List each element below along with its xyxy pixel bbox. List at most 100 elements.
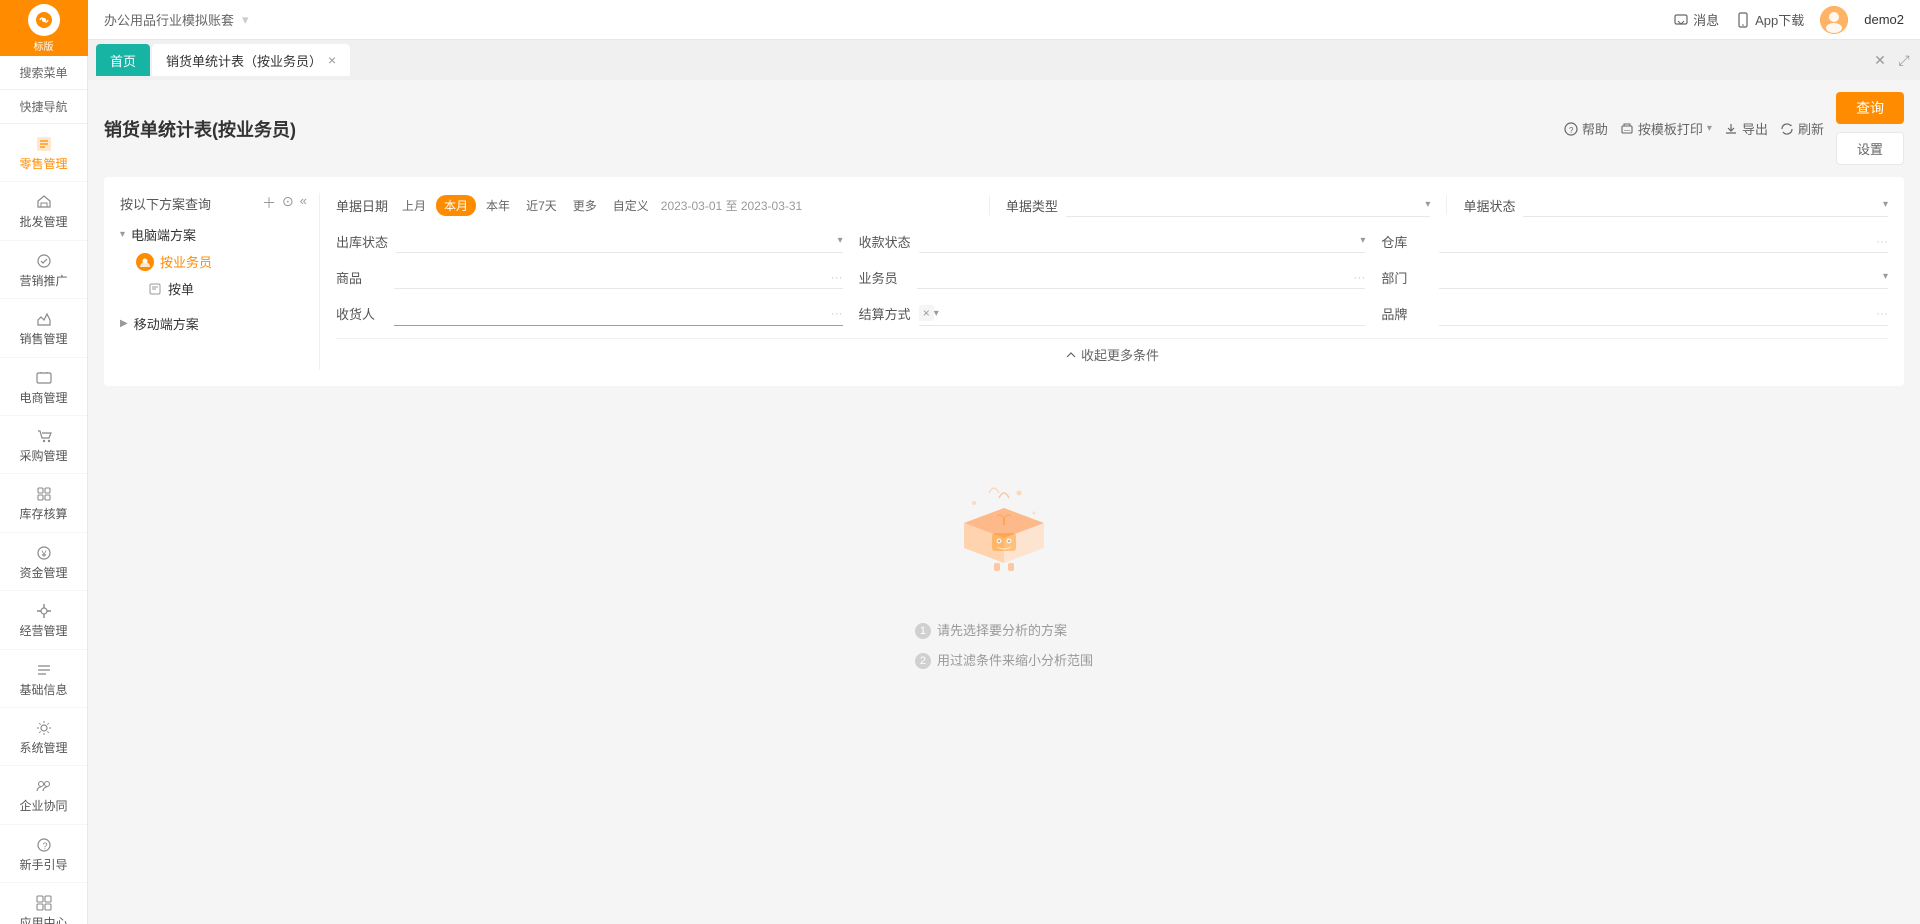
sidebar-item-apps[interactable]: 应用中心 [0, 883, 87, 924]
brand-more-icon[interactable]: ··· [1876, 306, 1888, 320]
collapse-label: 收起更多条件 [1081, 345, 1159, 364]
dept-input-field[interactable] [1439, 269, 1883, 284]
app-download-action[interactable]: App下载 [1735, 10, 1804, 29]
export-btn[interactable]: 导出 [1724, 119, 1768, 138]
add-scheme-icon[interactable]: ＋ [262, 193, 276, 213]
sidebar-item-label-purchase: 采购管理 [19, 449, 67, 463]
goods-more-icon[interactable]: ··· [831, 270, 843, 284]
print-btn[interactable]: 按模板打印 ▾ [1620, 119, 1712, 138]
breadcrumb-text: 办公用品行业模拟账套 [104, 10, 234, 29]
brand-input-field[interactable] [1439, 306, 1876, 321]
user-name[interactable]: demo2 [1864, 12, 1904, 27]
mobile-scheme-item[interactable]: ▶ 移动端方案 [120, 310, 307, 337]
warehouse-more-icon[interactable]: ··· [1876, 234, 1888, 248]
message-action[interactable]: 消息 [1673, 10, 1719, 29]
salesman-more-icon[interactable]: ··· [1353, 270, 1365, 284]
help-btn[interactable]: ? 帮助 [1564, 119, 1608, 138]
goods-input[interactable]: ··· [394, 265, 843, 289]
doc-status-dropdown-icon[interactable]: ▾ [1883, 199, 1888, 210]
recipient-more-icon[interactable]: ··· [831, 306, 843, 320]
collapse-scheme-icon[interactable]: « [300, 193, 307, 213]
out-status-input[interactable]: ▾ [396, 229, 843, 253]
sidebar-item-operations[interactable]: 经营管理 [0, 591, 87, 649]
date-tab-this-year[interactable]: 本年 [480, 195, 516, 216]
doc-type-actions: ▾ [1425, 199, 1430, 210]
system-icon [34, 718, 54, 738]
user-avatar[interactable] [1820, 6, 1848, 34]
edit-scheme-icon[interactable]: ⊙ [282, 193, 294, 213]
out-status-dropdown-icon[interactable]: ▾ [838, 235, 843, 246]
maximize-window-btn[interactable]: ⤢ [1896, 52, 1912, 68]
refresh-btn[interactable]: 刷新 [1780, 119, 1824, 138]
collapse-btn[interactable]: 收起更多条件 [336, 338, 1888, 370]
sidebar-item-retail[interactable]: 零售管理 [0, 124, 87, 182]
doc-type-dropdown-icon[interactable]: ▾ [1425, 199, 1430, 210]
sidebar-item-guide[interactable]: ? 新手引导 [0, 825, 87, 883]
salesman-input[interactable]: ··· [917, 265, 1366, 289]
sidebar-item-basic[interactable]: 基础信息 [0, 650, 87, 708]
header-right: 消息 App下载 demo2 [1673, 6, 1904, 34]
sidebar-item-wholesale[interactable]: 批发管理 [0, 182, 87, 240]
sidebar-item-purchase[interactable]: 采购管理 [0, 416, 87, 474]
tree-order-item[interactable]: 按单 [120, 275, 307, 302]
svg-text:?: ? [42, 841, 47, 851]
date-tab-last-month[interactable]: 上月 [396, 195, 432, 216]
collect-status-input[interactable]: ▾ [919, 229, 1366, 253]
sidebar-item-sales[interactable]: 销售管理 [0, 299, 87, 357]
recipient-input-field[interactable] [394, 306, 831, 321]
doc-status-input[interactable]: ▾ [1523, 193, 1888, 217]
filter-row-3: 商品 ··· 业务员 [336, 265, 1888, 289]
sidebar-item-inventory[interactable]: 库存核算 [0, 474, 87, 532]
tab-home[interactable]: 首页 [96, 44, 150, 76]
doc-type-input[interactable]: ▾ [1066, 193, 1431, 217]
brand-input[interactable]: ··· [1439, 302, 1888, 326]
date-tab-this-month[interactable]: 本月 [436, 195, 476, 216]
warehouse-input[interactable]: ··· [1439, 229, 1888, 253]
dept-actions: ▾ [1883, 271, 1888, 282]
sidebar-logo[interactable]: 标版 [0, 0, 88, 56]
quick-nav-label[interactable]: 快捷导航 [19, 100, 67, 114]
date-tab-7days[interactable]: 近7天 [520, 195, 563, 216]
refresh-label: 刷新 [1798, 119, 1824, 138]
sidebar-item-ecom[interactable]: 电商管理 [0, 358, 87, 416]
doc-type-input-field[interactable] [1066, 197, 1426, 212]
empty-step-2-text: 用过滤条件来缩小分析范围 [937, 648, 1093, 674]
collect-status-dropdown-icon[interactable]: ▾ [1360, 235, 1365, 246]
help-icon: ? [1564, 122, 1578, 136]
warehouse-input-field[interactable] [1439, 233, 1876, 248]
settlement-input[interactable]: × ▾ [919, 301, 1366, 326]
date-tab-custom[interactable]: 自定义 [607, 195, 655, 216]
tab-close-icon[interactable]: × [328, 52, 336, 68]
query-button[interactable]: 查询 [1836, 92, 1904, 124]
collect-status-input-field[interactable] [919, 233, 1361, 248]
divider-1 [989, 195, 990, 215]
out-status-input-field[interactable] [396, 233, 838, 248]
breadcrumb-dropdown-icon[interactable]: ▾ [242, 12, 249, 28]
out-status-label: 出库状态 [336, 232, 388, 251]
sidebar-search[interactable]: 搜索菜单 [0, 56, 87, 90]
salesman-input-field[interactable] [917, 269, 1354, 284]
tab-bar: 首页 销货单统计表（按业务员） × ✕ ⤢ [88, 40, 1920, 80]
print-dropdown-icon[interactable]: ▾ [1707, 123, 1712, 134]
tab-sales-stats[interactable]: 销货单统计表（按业务员） × [152, 44, 350, 76]
sidebar-item-collab[interactable]: 企业协同 [0, 766, 87, 824]
goods-input-field[interactable] [394, 269, 831, 284]
dept-dropdown-icon[interactable]: ▾ [1883, 271, 1888, 282]
sidebar-quick-nav[interactable]: 快捷导航 [0, 90, 87, 124]
sidebar-item-finance[interactable]: ¥ 资金管理 [0, 533, 87, 591]
salesman-scheme-icon [136, 253, 154, 271]
date-tab-more[interactable]: 更多 [567, 195, 603, 216]
tree-salesman-item[interactable]: 按业务员 [120, 248, 307, 275]
dept-input[interactable]: ▾ [1439, 265, 1888, 289]
search-menu-label[interactable]: 搜索菜单 [19, 66, 67, 80]
sidebar-item-marketing[interactable]: 营销推广 [0, 241, 87, 299]
settings-button[interactable]: 设置 [1836, 132, 1904, 165]
pc-scheme-item[interactable]: ▾ 电脑端方案 [120, 221, 307, 248]
sidebar-item-system[interactable]: 系统管理 [0, 708, 87, 766]
filter-sidebar: 按以下方案查询 ＋ ⊙ « ▾ 电脑端方案 [120, 193, 320, 370]
recipient-input[interactable]: ··· [394, 302, 843, 326]
settlement-tag-close-icon[interactable]: × [923, 306, 930, 320]
close-window-btn[interactable]: ✕ [1872, 52, 1888, 68]
doc-status-input-field[interactable] [1523, 197, 1883, 212]
settlement-dropdown-icon[interactable]: ▾ [934, 308, 939, 319]
